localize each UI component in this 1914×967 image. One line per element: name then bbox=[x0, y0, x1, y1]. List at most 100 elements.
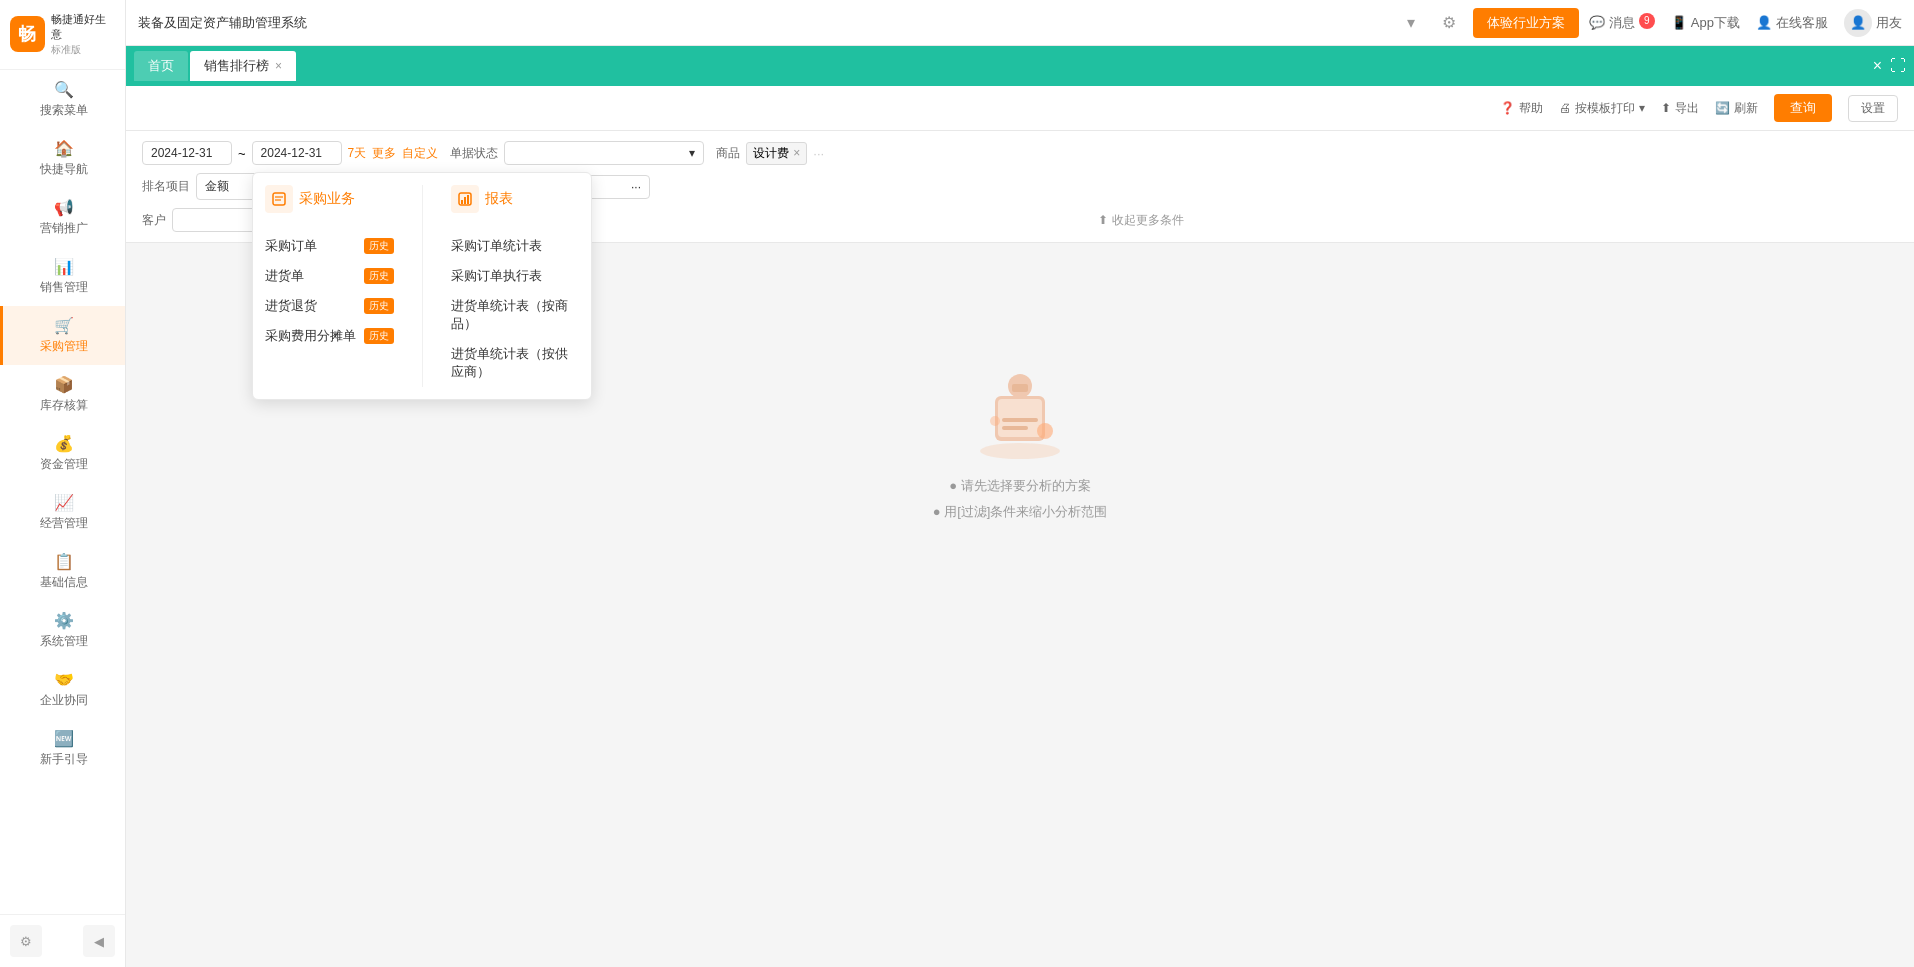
sidebar-item-label: 基础信息 bbox=[40, 574, 88, 591]
sidebar-item-enterprise[interactable]: 🤝 企业协同 bbox=[0, 660, 125, 719]
sidebar-item-finance[interactable]: 💰 资金管理 bbox=[0, 424, 125, 483]
print-icon: 🖨 bbox=[1559, 101, 1571, 115]
notification-icon: 💬 bbox=[1589, 15, 1605, 30]
dropdown-menu: 采购业务 采购订单 历史 进货单 历史 进货退货 历史 bbox=[252, 172, 592, 400]
enterprise-icon: 🤝 bbox=[54, 670, 74, 689]
collapse-button[interactable]: ⬆ 收起更多条件 bbox=[1098, 212, 1184, 229]
sidebar-item-label: 经营管理 bbox=[40, 515, 88, 532]
query-button[interactable]: 查询 bbox=[1774, 94, 1832, 122]
sidebar-item-label: 库存核算 bbox=[40, 397, 88, 414]
product-more-dots[interactable]: ··· bbox=[813, 146, 824, 161]
dropdown-item-return[interactable]: 进货退货 历史 bbox=[265, 291, 394, 321]
tab-sales-ranking[interactable]: 销售排行榜 × bbox=[190, 51, 296, 81]
dropdown-item-purchase-order[interactable]: 采购订单 历史 bbox=[265, 231, 394, 261]
dropdown-item-inbound-stats-supplier[interactable]: 进货单统计表（按供应商） bbox=[451, 339, 580, 387]
sidebar-item-label: 搜索菜单 bbox=[40, 102, 88, 119]
date-range-field: 2024-12-31 ~ 2024-12-31 7天 更多 自定义 bbox=[142, 141, 438, 165]
collapse-icon: ◀ bbox=[94, 934, 104, 949]
dropdown-item-expense[interactable]: 采购费用分摊单 历史 bbox=[265, 321, 394, 351]
product-tag: 设计费 × bbox=[746, 142, 807, 165]
ranking-label: 排名项目 bbox=[142, 178, 190, 195]
window-expand-button[interactable]: ⛶ bbox=[1890, 57, 1906, 75]
sidebar-item-operation[interactable]: 📈 经营管理 bbox=[0, 483, 125, 542]
sidebar-item-label: 资金管理 bbox=[40, 456, 88, 473]
range-more[interactable]: 更多 bbox=[372, 145, 396, 162]
sidebar-collapse-button[interactable]: ◀ bbox=[83, 925, 115, 957]
sidebar-item-quick-nav[interactable]: 🏠 快捷导航 bbox=[0, 129, 125, 188]
dropdown-item-inbound-stats-product[interactable]: 进货单统计表（按商品） bbox=[451, 291, 580, 339]
collapse-arrow-icon: ⬆ bbox=[1098, 213, 1108, 227]
settings-button[interactable]: 设置 bbox=[1848, 95, 1898, 122]
svg-point-0 bbox=[980, 443, 1060, 459]
print-label: 按模板打印 bbox=[1575, 100, 1635, 117]
report-col-icon bbox=[451, 185, 479, 213]
system-icon: ⚙️ bbox=[54, 611, 74, 630]
product-tag-remove[interactable]: × bbox=[793, 146, 800, 160]
sidebar-nav: 🔍 搜索菜单 🏠 快捷导航 📢 营销推广 📊 销售管理 🛒 采购管理 📦 bbox=[0, 70, 125, 914]
sidebar-settings-button[interactable]: ⚙ bbox=[10, 925, 42, 957]
history-badge-0: 历史 bbox=[364, 238, 394, 254]
tabs-actions: × ⛶ bbox=[1873, 57, 1906, 75]
inventory-icon: 📦 bbox=[54, 375, 74, 394]
window-close-button[interactable]: × bbox=[1873, 57, 1882, 75]
refresh-icon: 🔄 bbox=[1715, 101, 1730, 115]
empty-dot-1: ● bbox=[949, 478, 957, 493]
date-end-input[interactable]: 2024-12-31 bbox=[252, 141, 342, 165]
voucher-status-select[interactable]: ▾ bbox=[504, 141, 704, 165]
range-custom[interactable]: 自定义 bbox=[402, 145, 438, 162]
topbar-dropdown-button[interactable]: ▾ bbox=[1397, 9, 1425, 37]
toolbar-refresh[interactable]: 🔄 刷新 bbox=[1715, 100, 1758, 117]
dropdown-item-order-exec[interactable]: 采购订单执行表 bbox=[451, 261, 580, 291]
sidebar-item-marketing[interactable]: 📢 营销推广 bbox=[0, 188, 125, 247]
report-icon-svg bbox=[457, 191, 473, 207]
sidebar-item-sales[interactable]: 📊 销售管理 bbox=[0, 247, 125, 306]
app-download-label: App下载 bbox=[1691, 14, 1740, 32]
logo-name: 畅捷通好生意 bbox=[51, 12, 115, 43]
purchase-order-label: 采购订单 bbox=[265, 237, 317, 255]
user-item[interactable]: 👤 用友 bbox=[1844, 9, 1902, 37]
finance-icon: 💰 bbox=[54, 434, 74, 453]
history-badge-2: 历史 bbox=[364, 298, 394, 314]
toolbar-print[interactable]: 🖨 按模板打印 ▾ bbox=[1559, 100, 1645, 117]
sidebar-item-guide[interactable]: 🆕 新手引导 bbox=[0, 719, 125, 778]
toolbar-export[interactable]: ⬆ 导出 bbox=[1661, 100, 1699, 117]
app-download-item[interactable]: 📱 App下载 bbox=[1671, 14, 1740, 32]
dropdown-divider bbox=[422, 185, 423, 387]
collapse-label: 收起更多条件 bbox=[1112, 212, 1184, 229]
tab-sales-ranking-label: 销售排行榜 bbox=[204, 57, 269, 75]
dropdown-item-inbound[interactable]: 进货单 历史 bbox=[265, 261, 394, 291]
return-label: 进货退货 bbox=[265, 297, 317, 315]
export-label: 导出 bbox=[1675, 100, 1699, 117]
topbar-right: 💬 消息 9 📱 App下载 👤 在线客服 👤 用友 bbox=[1589, 9, 1902, 37]
purchase-col-title: 采购业务 bbox=[299, 190, 355, 208]
logo-area: 畅 畅捷通好生意 标准版 bbox=[0, 0, 125, 70]
sidebar-item-label: 销售管理 bbox=[40, 279, 88, 296]
sidebar-item-inventory[interactable]: 📦 库存核算 bbox=[0, 365, 125, 424]
empty-hint-1-text: 请先选择要分析的方案 bbox=[961, 478, 1091, 493]
voucher-status-label: 单据状态 bbox=[450, 145, 498, 162]
svg-rect-15 bbox=[467, 195, 469, 204]
sidebar-item-search[interactable]: 🔍 搜索菜单 bbox=[0, 70, 125, 129]
report-col: 报表 采购订单统计表 采购订单执行表 进货单统计表（按商品） 进货单统计表（按供 bbox=[451, 185, 580, 387]
range-7days[interactable]: 7天 bbox=[348, 145, 367, 162]
date-start-input[interactable]: 2024-12-31 bbox=[142, 141, 232, 165]
avatar-icon: 👤 bbox=[1850, 15, 1866, 30]
dropdown-item-order-stats[interactable]: 采购订单统计表 bbox=[451, 231, 580, 261]
print-dropdown-icon: ▾ bbox=[1639, 101, 1645, 115]
sidebar-item-basic[interactable]: 📋 基础信息 bbox=[0, 542, 125, 601]
notification-item[interactable]: 💬 消息 9 bbox=[1589, 14, 1655, 32]
tab-home[interactable]: 首页 bbox=[134, 51, 188, 81]
svg-rect-6 bbox=[1002, 426, 1028, 430]
online-service-item[interactable]: 👤 在线客服 bbox=[1756, 14, 1828, 32]
tab-close-icon[interactable]: × bbox=[275, 59, 282, 73]
inbound-stats-product-label: 进货单统计表（按商品） bbox=[451, 297, 580, 333]
avatar: 👤 bbox=[1844, 9, 1872, 37]
svg-point-7 bbox=[1037, 423, 1053, 439]
product-label: 商品 bbox=[716, 145, 740, 162]
sidebar-item-system[interactable]: ⚙️ 系统管理 bbox=[0, 601, 125, 660]
sidebar-item-purchase[interactable]: 🛒 采购管理 bbox=[0, 306, 125, 365]
topbar-gear-button[interactable]: ⚙ bbox=[1435, 9, 1463, 37]
industry-solution-button[interactable]: 体验行业方案 bbox=[1473, 8, 1579, 38]
inbound-label: 进货单 bbox=[265, 267, 304, 285]
toolbar-help[interactable]: ❓ 帮助 bbox=[1500, 100, 1543, 117]
